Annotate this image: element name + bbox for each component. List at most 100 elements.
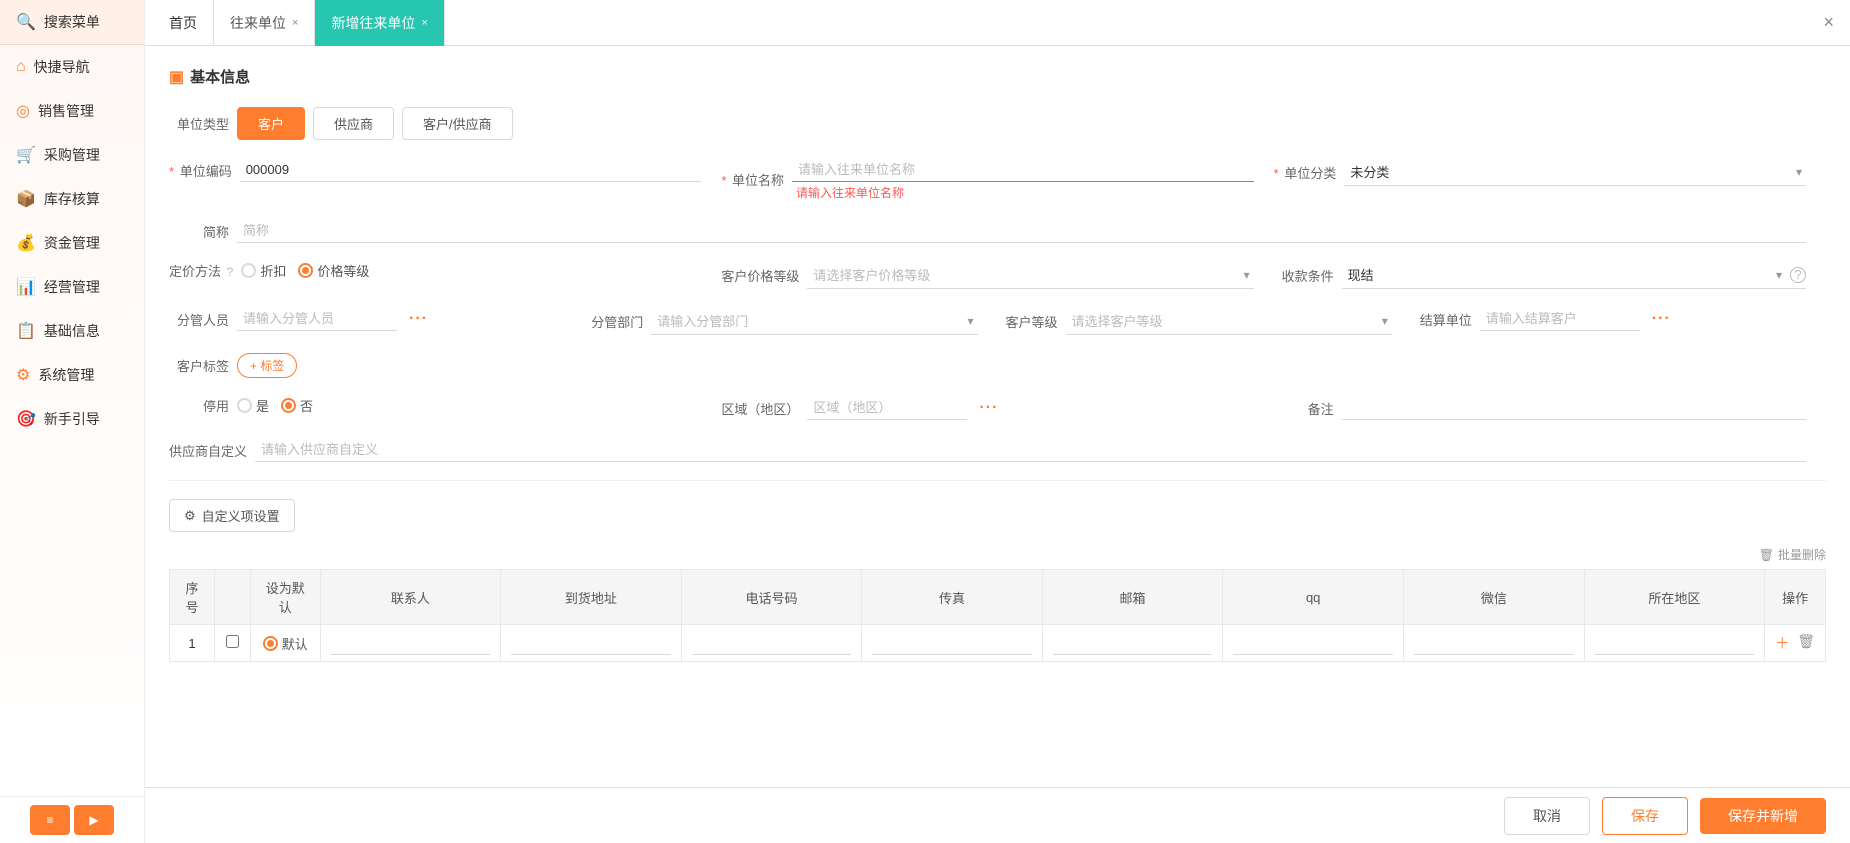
payment-terms-question-icon[interactable]: ? [1790,267,1806,283]
row-checkbox-input[interactable] [226,635,239,648]
radio-price-level [298,263,313,278]
tabs-close-all[interactable]: × [1815,12,1842,33]
section-icon: ▣ [169,67,184,87]
settlement-unit-input[interactable] [1480,307,1640,331]
region-input[interactable] [807,396,967,420]
sidebar-expand-btn[interactable]: ▶ [74,805,114,835]
disabled-region-row: 停用 是 否 区域（地区） ··· [169,396,1826,420]
sidebar-item-quick-nav[interactable]: ⌂ 快捷导航 [0,45,144,89]
supplier-custom-row: 供应商自定义 [169,438,1826,462]
chevron-down-icon: ▾ [1382,314,1388,328]
delete-row-icon[interactable]: 🗑 [1797,633,1815,653]
disabled-no-option[interactable]: 否 [281,396,313,415]
customer-price-level-select[interactable]: 请选择客户价格等级 ▾ [807,261,1253,289]
tab-new-partner-close[interactable]: × [421,17,427,29]
unit-code-input[interactable] [240,158,702,182]
sidebar-item-search[interactable]: 🔍 搜索菜单 [0,0,144,45]
save-new-button[interactable]: 保存并新增 [1700,798,1826,834]
sales-icon: ◎ [16,101,30,121]
customer-level-select[interactable]: 请选择客户等级 ▾ [1066,307,1392,335]
row-qq[interactable] [1223,625,1404,662]
sidebar-item-guide[interactable]: 🎯 新手引导 [0,397,144,441]
short-name-input[interactable] [237,219,1806,243]
sidebar-item-purchase[interactable]: 🛒 采购管理 [0,133,144,177]
sidebar-item-operations[interactable]: 📊 经营管理 [0,265,144,309]
th-contact: 联系人 [320,570,501,625]
disabled-yes-option[interactable]: 是 [237,396,269,415]
region-dots-btn[interactable]: ··· [975,399,1002,417]
remark-label: 备注 [1274,399,1334,418]
sidebar-label: 新手引导 [44,409,100,429]
type-btn-supplier[interactable]: 供应商 [313,107,394,140]
remark-input[interactable] [1342,396,1806,420]
sidebar-label: 快捷导航 [34,57,90,77]
type-btn-both[interactable]: 客户/供应商 [402,107,513,140]
sidebar-item-finance[interactable]: 💰 资金管理 [0,221,144,265]
sidebar-item-system[interactable]: ⚙ 系统管理 [0,353,144,397]
pricing-question-icon[interactable]: ? [227,265,234,279]
add-tag-btn[interactable]: + 标签 [237,353,297,378]
table-row: 1 默认 [170,625,1826,662]
th-region: 所在地区 [1584,570,1765,625]
purchase-icon: 🛒 [16,145,36,165]
contact-input[interactable] [331,631,491,655]
code-name-category-row: * 单位编码 * 单位名称 请输入往来单位名称 * [169,158,1826,201]
payment-terms-field: 收款条件 现结 ▾ ? [1274,261,1826,289]
address-input[interactable] [511,631,671,655]
pricing-discount-option[interactable]: 折扣 [241,261,286,280]
disabled-label: 停用 [169,396,229,415]
row-default-radio[interactable]: 默认 [261,634,310,653]
row-wechat[interactable] [1404,625,1585,662]
row-checkbox[interactable] [214,625,250,662]
short-name-field: 简称 [169,219,1826,243]
manager-input[interactable] [237,307,397,331]
unit-name-field: * 单位名称 请输入往来单位名称 [721,158,1273,201]
payment-terms-select[interactable]: 现结 ▾ ? [1342,261,1806,289]
sidebar-item-inventory[interactable]: 📦 库存核算 [0,177,144,221]
region-label: 区域（地区） [721,399,799,418]
fax-input[interactable] [872,631,1032,655]
th-email: 邮箱 [1042,570,1223,625]
row-phone[interactable] [681,625,862,662]
phone-input[interactable] [692,631,852,655]
cancel-button[interactable]: 取消 [1504,797,1590,835]
row-region[interactable] [1584,625,1765,662]
form-footer: 取消 保存 保存并新增 [145,787,1850,843]
qq-input[interactable] [1233,631,1393,655]
save-button[interactable]: 保存 [1602,797,1688,835]
type-btn-customer[interactable]: 客户 [237,107,305,140]
row-address[interactable] [501,625,682,662]
tab-home[interactable]: 首页 [153,0,214,46]
chevron-down-icon: ▾ [1776,268,1782,282]
sidebar-item-sales[interactable]: ◎ 销售管理 [0,89,144,133]
th-no: 序号 [170,570,215,625]
customer-price-level-field: 客户价格等级 请选择客户价格等级 ▾ [721,261,1273,289]
tab-partners-close[interactable]: × [292,17,298,29]
row-fax[interactable] [862,625,1043,662]
customer-level-label: 客户等级 [998,312,1058,331]
tab-new-partner[interactable]: 新增往来单位 × [315,0,444,46]
unit-category-select[interactable]: 未分类 ▾ [1344,158,1806,186]
add-row-icon[interactable]: ＋ [1775,633,1789,653]
sidebar-item-basic-info[interactable]: 📋 基础信息 [0,309,144,353]
custom-settings-btn[interactable]: ⚙ 自定义项设置 [169,499,295,532]
supplier-custom-input[interactable] [255,438,1806,462]
department-select[interactable]: 请输入分管部门 ▾ [651,307,977,335]
row-region-input[interactable] [1595,631,1755,655]
tab-partners-label: 往来单位 [230,13,286,33]
batch-delete-btn[interactable]: 🗑 批量删除 [1759,546,1826,563]
settlement-unit-dots-btn[interactable]: ··· [1648,310,1675,328]
wechat-input[interactable] [1414,631,1574,655]
email-input[interactable] [1053,631,1213,655]
row-email[interactable] [1042,625,1223,662]
disabled-radio-group: 是 否 [237,396,313,415]
row-contact[interactable] [320,625,501,662]
unit-type-field: 单位类型 客户 供应商 客户/供应商 [169,107,1826,140]
tab-partners[interactable]: 往来单位 × [214,0,315,46]
unit-name-input[interactable] [792,158,1254,182]
sidebar-collapse-btn[interactable]: ≡ [30,805,70,835]
pricing-level-option[interactable]: 价格等级 [298,261,369,280]
manager-dots-btn[interactable]: ··· [405,310,432,328]
payment-terms-value: 现结 [1342,261,1776,288]
customer-level-field: 客户等级 请选择客户等级 ▾ [998,307,1412,335]
